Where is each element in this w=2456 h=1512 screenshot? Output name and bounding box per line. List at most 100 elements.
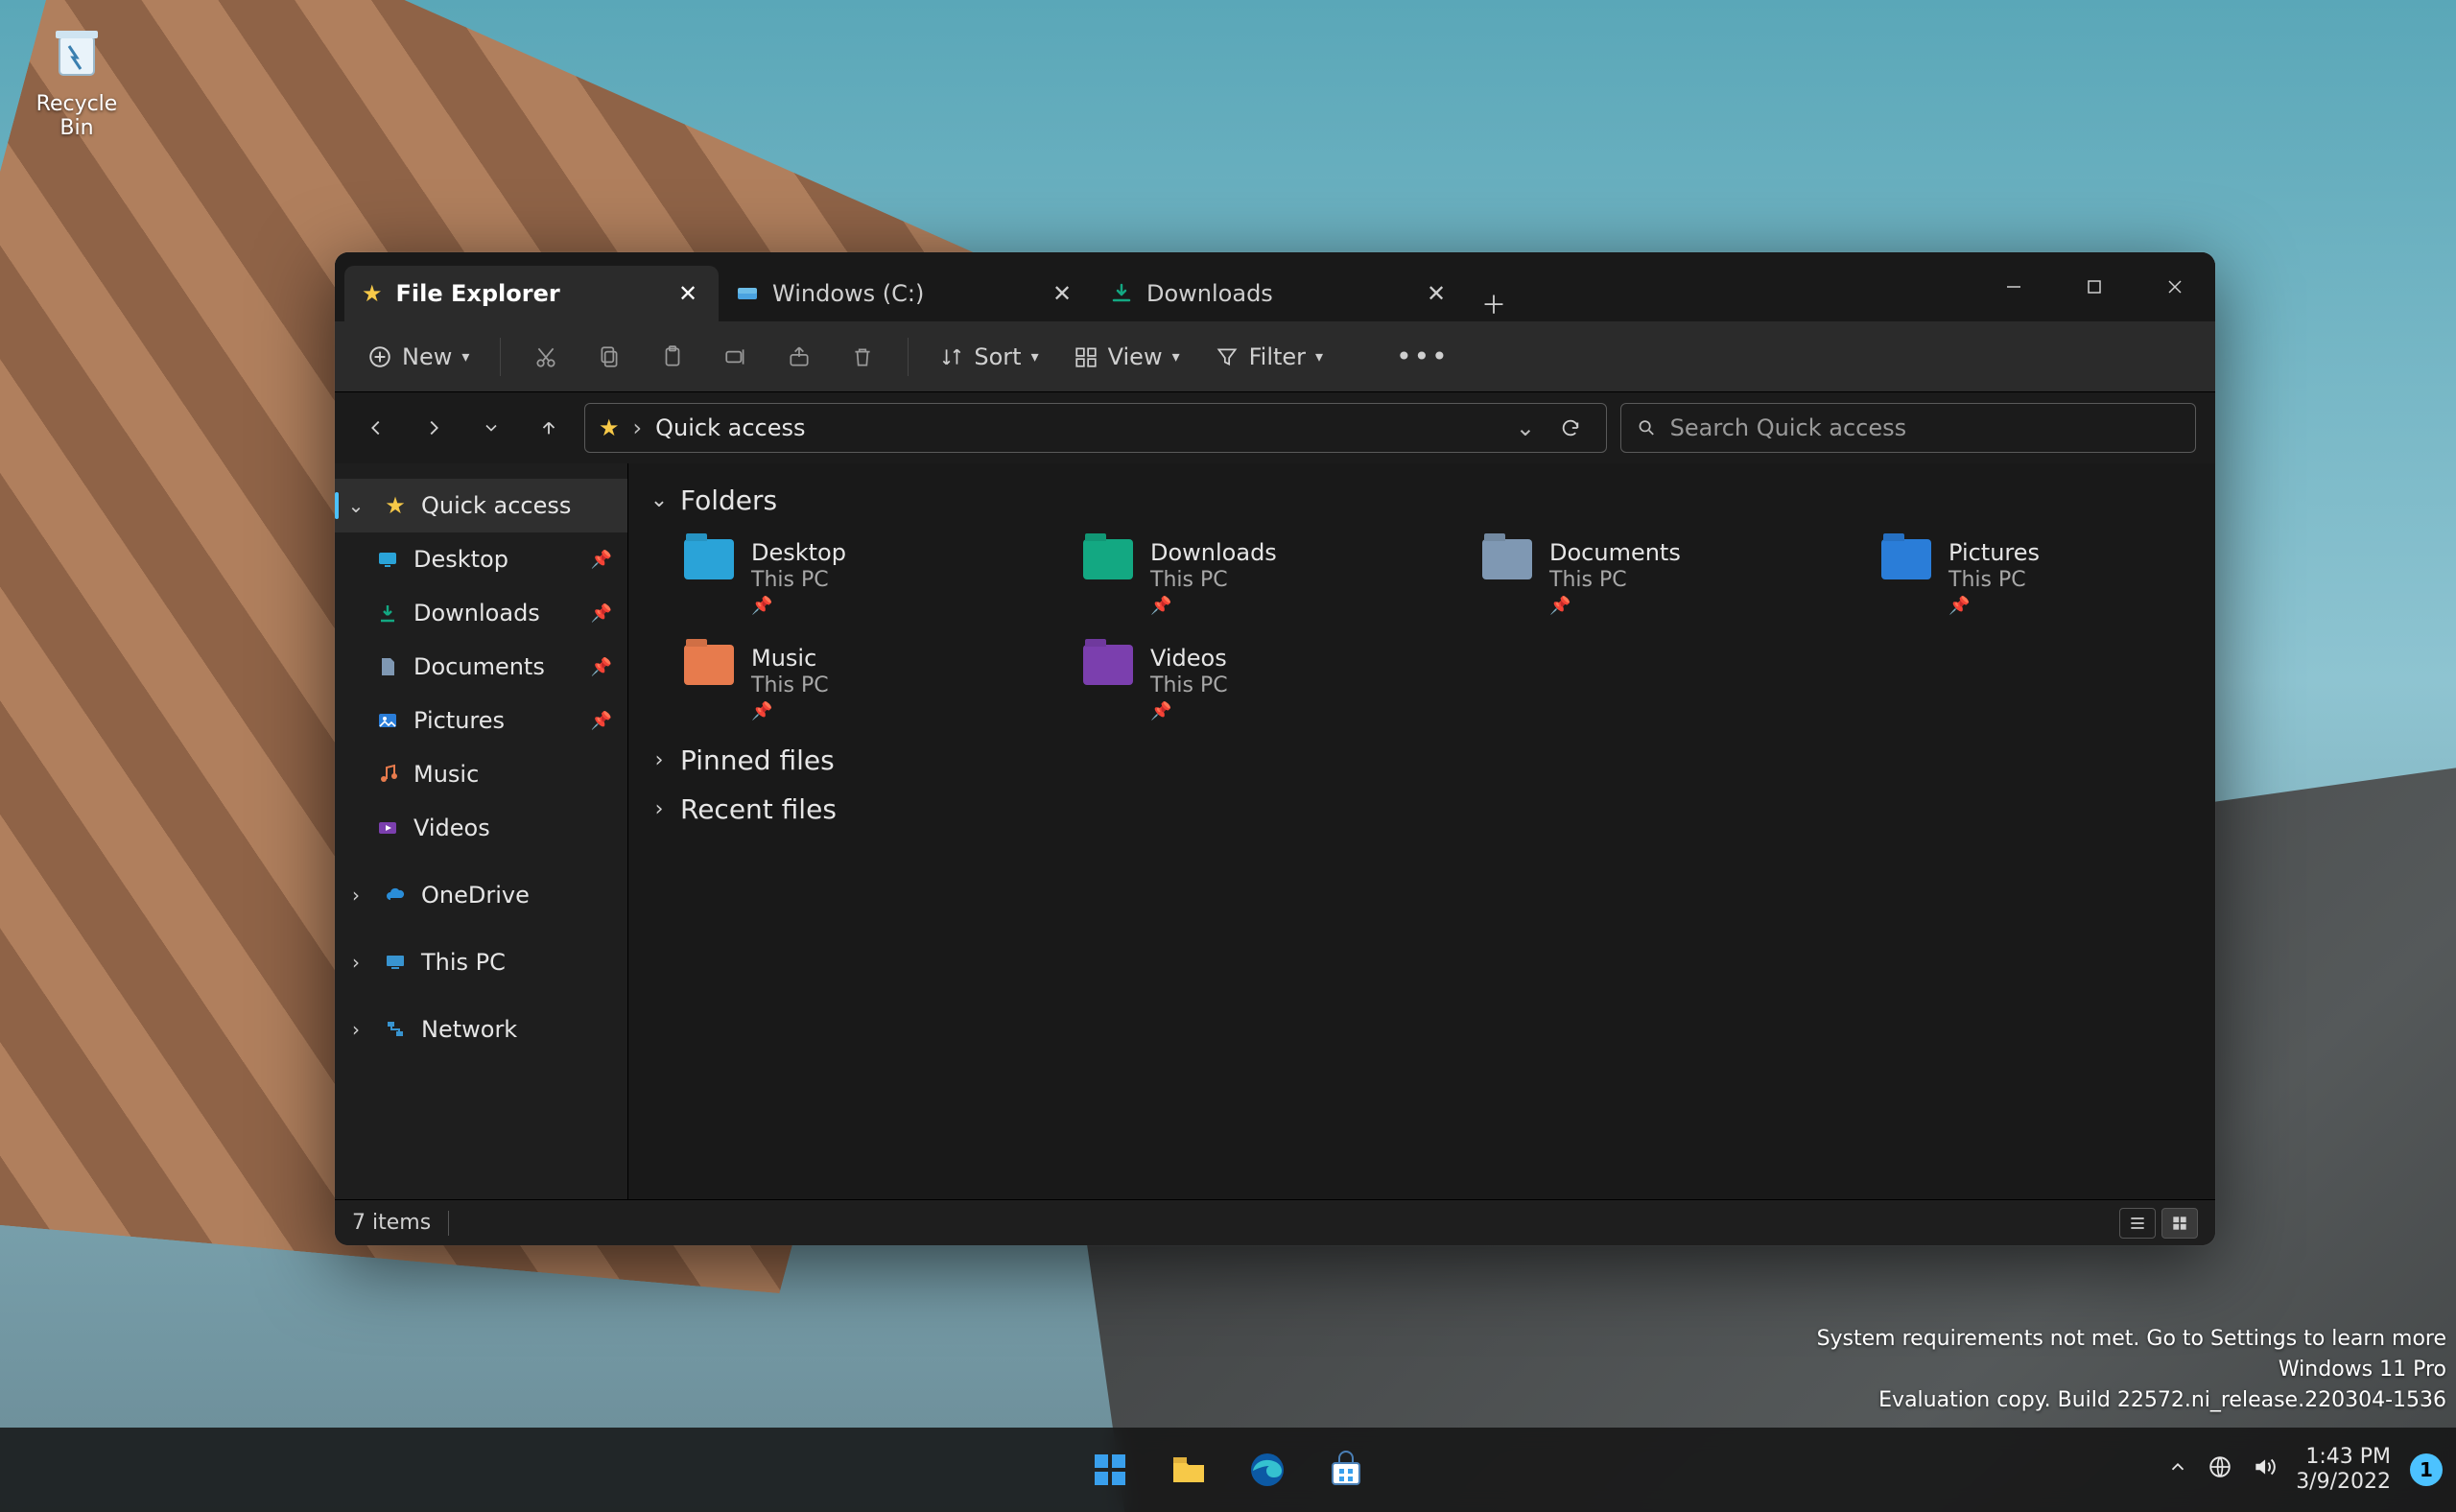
- taskbar-file-explorer[interactable]: [1158, 1439, 1219, 1500]
- chevron-down-icon: ⌄: [648, 488, 671, 512]
- titlebar[interactable]: ★ File Explorer ✕ Windows (C:) ✕ Downloa…: [335, 252, 2215, 321]
- sidebar-item-downloads[interactable]: Downloads 📌: [335, 586, 627, 640]
- tab-windows-c[interactable]: Windows (C:) ✕: [719, 266, 1093, 321]
- sidebar-item-label: Quick access: [421, 492, 571, 519]
- chevron-down-icon[interactable]: ⌄: [342, 494, 369, 517]
- chevron-right-icon[interactable]: ›: [342, 884, 369, 907]
- view-button[interactable]: View ▾: [1060, 336, 1193, 378]
- tray-overflow-button[interactable]: [2167, 1456, 2188, 1483]
- up-button[interactable]: [527, 406, 571, 450]
- view-label: View: [1108, 343, 1163, 370]
- pin-icon: 📌: [751, 596, 846, 616]
- chevron-right-icon[interactable]: ›: [342, 951, 369, 974]
- pc-icon: [381, 951, 410, 974]
- view-icon: [1074, 344, 1098, 369]
- download-icon: [1110, 282, 1133, 305]
- notification-badge[interactable]: 1: [2410, 1453, 2443, 1486]
- sidebar-item-pictures[interactable]: Pictures 📌: [335, 694, 627, 747]
- chevron-right-icon[interactable]: ›: [342, 1018, 369, 1041]
- sidebar-item-onedrive[interactable]: › OneDrive: [335, 868, 627, 922]
- folder-item[interactable]: MusicThis PC📌: [678, 639, 1062, 727]
- tab-close-button[interactable]: ✕: [1049, 280, 1075, 307]
- sidebar-item-quick-access[interactable]: ⌄ ★ Quick access: [335, 479, 627, 532]
- notification-count: 1: [2420, 1458, 2433, 1481]
- group-folders-header[interactable]: ⌄ Folders: [648, 484, 2196, 516]
- sidebar-item-music[interactable]: Music: [335, 747, 627, 801]
- network-tray-icon[interactable]: [2208, 1454, 2232, 1485]
- tab-downloads[interactable]: Downloads ✕: [1093, 266, 1467, 321]
- pin-icon: 📌: [1150, 701, 1228, 721]
- maximize-button[interactable]: [2054, 252, 2135, 321]
- new-button[interactable]: New ▾: [354, 336, 483, 378]
- tab-close-button[interactable]: ✕: [674, 280, 701, 307]
- content-pane[interactable]: ⌄ Folders DesktopThis PC📌DownloadsThis P…: [628, 463, 2215, 1199]
- more-button[interactable]: •••: [1381, 333, 1465, 380]
- file-explorer-window: ★ File Explorer ✕ Windows (C:) ✕ Downloa…: [335, 252, 2215, 1245]
- recent-dropdown-button[interactable]: [469, 406, 513, 450]
- new-tab-button[interactable]: ＋: [1467, 286, 1521, 321]
- sidebar-item-desktop[interactable]: Desktop 📌: [335, 532, 627, 586]
- folder-item[interactable]: PicturesThis PC📌: [1876, 533, 2215, 622]
- group-pinned-files-header[interactable]: › Pinned files: [648, 744, 2196, 776]
- start-button[interactable]: [1079, 1439, 1141, 1500]
- sidebar-item-videos[interactable]: Videos: [335, 801, 627, 855]
- star-icon: ★: [362, 280, 383, 307]
- folder-item[interactable]: DocumentsThis PC📌: [1476, 533, 1860, 622]
- copy-icon: [597, 344, 622, 369]
- taskbar-store[interactable]: [1315, 1439, 1377, 1500]
- taskbar[interactable]: 1:43 PM 3/9/2022 1: [0, 1428, 2456, 1512]
- search-input[interactable]: [1670, 414, 2180, 441]
- status-bar: 7 items: [335, 1199, 2215, 1245]
- navigation-pane[interactable]: ⌄ ★ Quick access Desktop 📌 Downloads 📌 D…: [335, 463, 628, 1199]
- sidebar-item-this-pc[interactable]: › This PC: [335, 935, 627, 989]
- sidebar-item-label: Downloads: [413, 600, 540, 626]
- clock-date: 3/9/2022: [2296, 1470, 2391, 1495]
- group-recent-files-header[interactable]: › Recent files: [648, 793, 2196, 825]
- sort-label: Sort: [974, 343, 1021, 370]
- share-icon: [787, 344, 812, 369]
- windows-logo-icon: [1091, 1451, 1129, 1489]
- sidebar-item-documents[interactable]: Documents 📌: [335, 640, 627, 694]
- taskbar-edge[interactable]: [1237, 1439, 1298, 1500]
- chevron-right-icon: ›: [648, 797, 671, 821]
- cut-button[interactable]: [518, 337, 574, 377]
- details-view-button[interactable]: [2119, 1208, 2156, 1239]
- forward-button[interactable]: [412, 406, 456, 450]
- refresh-button[interactable]: [1548, 406, 1593, 450]
- delete-button[interactable]: [835, 337, 890, 377]
- rename-button[interactable]: [708, 337, 764, 377]
- star-icon: ★: [381, 492, 410, 519]
- chevron-down-icon[interactable]: ⌄: [1516, 414, 1535, 441]
- address-bar[interactable]: ★ › Quick access ⌄: [584, 403, 1607, 453]
- copy-button[interactable]: [581, 337, 637, 377]
- recycle-bin-desktop-icon[interactable]: Recycle Bin: [19, 19, 134, 140]
- minimize-button[interactable]: [1973, 252, 2054, 321]
- tab-file-explorer[interactable]: ★ File Explorer ✕: [344, 266, 719, 321]
- chevron-down-icon: ▾: [1031, 347, 1039, 366]
- sidebar-item-network[interactable]: › Network: [335, 1003, 627, 1056]
- pin-icon: 📌: [1948, 596, 2040, 616]
- filter-button[interactable]: Filter ▾: [1201, 336, 1336, 378]
- view-mode-toggle: [2119, 1208, 2198, 1239]
- share-button[interactable]: [771, 337, 827, 377]
- folder-item[interactable]: DesktopThis PC📌: [678, 533, 1062, 622]
- sidebar-item-label: OneDrive: [421, 882, 530, 909]
- folder-item[interactable]: DownloadsThis PC📌: [1077, 533, 1461, 622]
- back-button[interactable]: [354, 406, 398, 450]
- pin-icon: 📌: [751, 701, 829, 721]
- tiles-view-button[interactable]: [2161, 1208, 2198, 1239]
- close-button[interactable]: [2135, 252, 2215, 321]
- watermark-line: Evaluation copy. Build 22572.ni_release.…: [1817, 1385, 2446, 1416]
- tab-close-button[interactable]: ✕: [1423, 280, 1450, 307]
- breadcrumb-separator-icon: ›: [633, 414, 643, 441]
- paste-button[interactable]: [645, 337, 700, 377]
- picture-icon: [373, 709, 402, 732]
- separator: [500, 338, 501, 376]
- chevron-right-icon: ›: [648, 748, 671, 772]
- volume-tray-icon[interactable]: [2252, 1454, 2277, 1485]
- edge-icon: [1247, 1450, 1287, 1490]
- folder-item[interactable]: VideosThis PC📌: [1077, 639, 1461, 727]
- taskbar-clock[interactable]: 1:43 PM 3/9/2022: [2296, 1445, 2391, 1496]
- sort-button[interactable]: Sort ▾: [926, 336, 1051, 378]
- search-box[interactable]: [1620, 403, 2196, 453]
